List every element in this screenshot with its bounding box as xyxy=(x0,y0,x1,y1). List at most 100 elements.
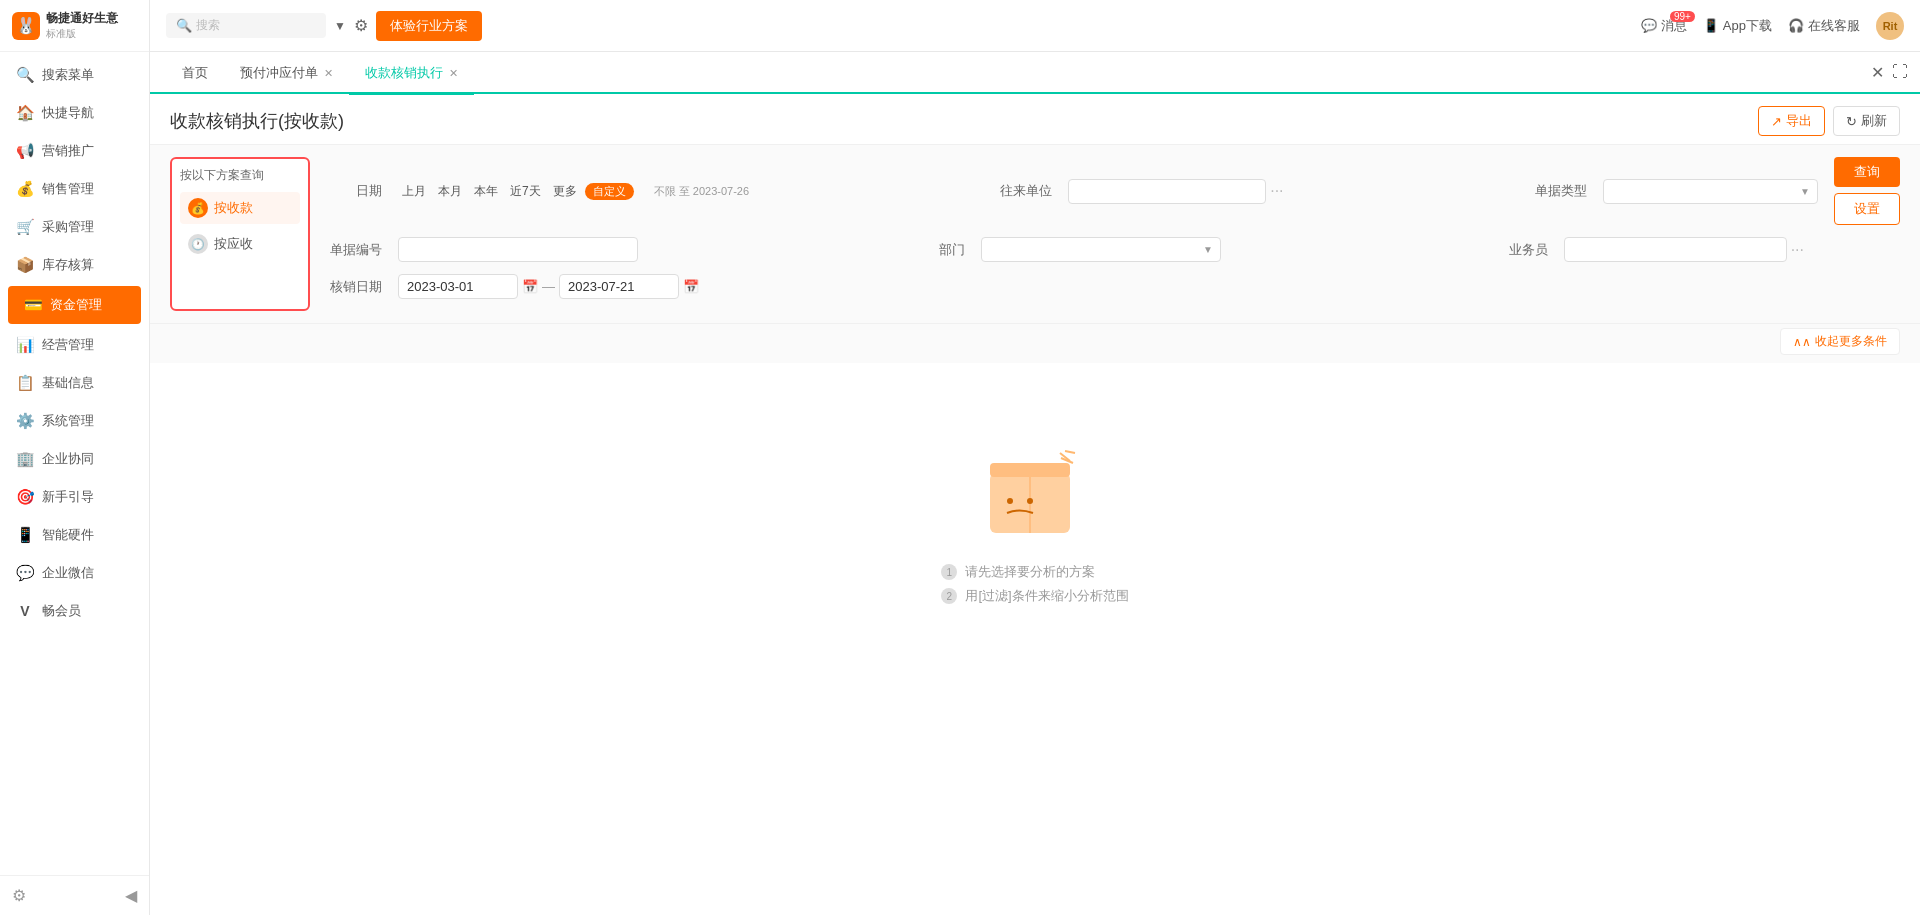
filter-option-receipt-label: 按收款 xyxy=(214,199,253,217)
dept-select-wrapper: ▼ xyxy=(981,237,1221,262)
date-shortcuts: 上月 本月 本年 近7天 更多 自定义 xyxy=(398,181,634,202)
sidebar-item-sales[interactable]: 💰 销售管理 xyxy=(0,170,149,208)
settings-button[interactable]: 设置 xyxy=(1834,193,1900,225)
sidebar-item-label: 经营管理 xyxy=(42,336,94,354)
staff-label: 业务员 xyxy=(1492,241,1548,259)
writeoff-end-input[interactable] xyxy=(559,274,679,299)
sidebar-item-label: 新手引导 xyxy=(42,488,94,506)
date-shortcut-more[interactable]: 更多 xyxy=(549,181,581,202)
writeoff-start-calendar-icon[interactable]: 📅 xyxy=(522,279,538,294)
sidebar-item-label: 企业微信 xyxy=(42,564,94,582)
sidebar-item-search-menu[interactable]: 🔍 搜索菜单 xyxy=(0,56,149,94)
dept-select[interactable] xyxy=(981,237,1221,262)
tab-collection-close-icon[interactable]: ✕ xyxy=(449,67,458,80)
voucher-no-field xyxy=(398,237,638,262)
writeoff-date-group: 📅 — 📅 xyxy=(398,274,699,299)
counterpart-input[interactable] xyxy=(1068,179,1266,204)
enterprise-icon: 🏢 xyxy=(16,450,34,468)
tab-home[interactable]: 首页 xyxy=(166,53,224,95)
filter-sidebar: 按以下方案查询 💰 按收款 🕐 按应收 xyxy=(170,157,310,311)
settings-icon[interactable]: ⚙ xyxy=(12,886,26,905)
sidebar-item-label: 营销推广 xyxy=(42,142,94,160)
date-shortcut-this-month[interactable]: 本月 xyxy=(434,181,466,202)
sidebar-item-label: 采购管理 xyxy=(42,218,94,236)
sidebar-item-operations[interactable]: 📊 经营管理 xyxy=(0,326,149,364)
sidebar-item-basic-info[interactable]: 📋 基础信息 xyxy=(0,364,149,402)
date-shortcut-this-year[interactable]: 本年 xyxy=(470,181,502,202)
counterpart-dots-icon[interactable]: ··· xyxy=(1270,182,1283,200)
filter-actions: 查询 设置 xyxy=(1834,157,1900,225)
date-shortcut-custom[interactable]: 自定义 xyxy=(585,183,634,200)
app-logo: 🐰 畅捷通好生意 标准版 xyxy=(0,0,149,52)
close-tab-icon[interactable]: ✕ xyxy=(1871,63,1884,82)
page-header: 收款核销执行(按收款) ↗ 导出 ↻ 刷新 xyxy=(150,94,1920,145)
sidebar-item-quick-nav[interactable]: 🏠 快捷导航 xyxy=(0,94,149,132)
date-range-separator: — xyxy=(542,279,555,294)
sidebar-item-label: 系统管理 xyxy=(42,412,94,430)
voucher-type-label: 单据类型 xyxy=(1531,182,1587,200)
app-download-label: App下载 xyxy=(1723,17,1772,35)
sidebar-item-label: 畅会员 xyxy=(42,602,81,620)
date-label: 日期 xyxy=(326,182,382,200)
voucher-no-input[interactable] xyxy=(398,237,638,262)
sidebar-item-system[interactable]: ⚙️ 系统管理 xyxy=(0,402,149,440)
user-avatar: Rit xyxy=(1876,12,1904,40)
sidebar-item-vip[interactable]: V 畅会员 xyxy=(0,592,149,630)
svg-line-6 xyxy=(1065,451,1075,453)
date-shortcut-last-month[interactable]: 上月 xyxy=(398,181,430,202)
message-button[interactable]: 💬 消息 99+ xyxy=(1641,17,1687,35)
writeoff-end-calendar-icon[interactable]: 📅 xyxy=(683,279,699,294)
sidebar-item-finance[interactable]: 💳 资金管理 xyxy=(8,286,141,324)
tab-prepay-close-icon[interactable]: ✕ xyxy=(324,67,333,80)
online-service-button[interactable]: 🎧 在线客服 xyxy=(1788,17,1860,35)
collapse-more-button[interactable]: ∧∧ 收起更多条件 xyxy=(1780,328,1900,355)
filter-option-by-receivable[interactable]: 🕐 按应收 xyxy=(180,228,300,260)
filter-row-2: 单据编号 部门 ▼ 业务员 xyxy=(326,237,1900,262)
tab-prepay[interactable]: 预付冲应付单 ✕ xyxy=(224,53,349,95)
filter-option-by-receipt[interactable]: 💰 按收款 xyxy=(180,192,300,224)
app-download-button[interactable]: 📱 App下载 xyxy=(1703,17,1772,35)
collapse-sidebar-icon[interactable]: ◀ xyxy=(125,886,137,905)
sidebar-item-label: 资金管理 xyxy=(50,296,102,314)
filter-row-3: 核销日期 📅 — 📅 xyxy=(326,274,1900,299)
dropdown-chevron-icon[interactable]: ▼ xyxy=(334,19,346,33)
tab-collection[interactable]: 收款核销执行 ✕ xyxy=(349,53,474,95)
purchase-icon: 🛒 xyxy=(16,218,34,236)
user-profile[interactable]: Rit xyxy=(1876,12,1904,40)
basic-info-icon: 📋 xyxy=(16,374,34,392)
sidebar-item-enterprise[interactable]: 🏢 企业协同 xyxy=(0,440,149,478)
date-shortcut-7days[interactable]: 近7天 xyxy=(506,181,545,202)
sidebar-item-label: 库存核算 xyxy=(42,256,94,274)
expand-tab-icon[interactable]: ⛶ xyxy=(1892,63,1908,81)
staff-input[interactable] xyxy=(1564,237,1786,262)
export-button[interactable]: ↗ 导出 xyxy=(1758,106,1825,136)
filter-panel: 按以下方案查询 💰 按收款 🕐 按应收 日期 xyxy=(150,145,1920,324)
home-icon: 🏠 xyxy=(16,104,34,122)
sidebar-item-label: 搜索菜单 xyxy=(42,66,94,84)
sidebar-item-guide[interactable]: 🎯 新手引导 xyxy=(0,478,149,516)
page-header-actions: ↗ 导出 ↻ 刷新 xyxy=(1758,106,1900,136)
gear-icon[interactable]: ⚙ xyxy=(354,16,368,35)
counterpart-label: 往来单位 xyxy=(996,182,1052,200)
sidebar-item-marketing[interactable]: 📢 营销推广 xyxy=(0,132,149,170)
solution-button[interactable]: 体验行业方案 xyxy=(376,11,482,41)
operations-icon: 📊 xyxy=(16,336,34,354)
message-badge: 99+ xyxy=(1670,11,1695,22)
logo-icon: 🐰 xyxy=(12,12,40,40)
sidebar: 🐰 畅捷通好生意 标准版 🔍 搜索菜单 🏠 快捷导航 📢 营销推广 💰 销售管理… xyxy=(0,0,150,915)
sidebar-item-hardware[interactable]: 📱 智能硬件 xyxy=(0,516,149,554)
filter-option-receivable-label: 按应收 xyxy=(214,235,253,253)
tab-prepay-label: 预付冲应付单 xyxy=(240,64,318,82)
sidebar-item-purchase[interactable]: 🛒 采购管理 xyxy=(0,208,149,246)
refresh-button[interactable]: ↻ 刷新 xyxy=(1833,106,1900,136)
staff-dots-icon[interactable]: ··· xyxy=(1791,241,1804,259)
sidebar-item-wechat[interactable]: 💬 企业微信 xyxy=(0,554,149,592)
query-button[interactable]: 查询 xyxy=(1834,157,1900,187)
vip-icon: V xyxy=(16,603,34,619)
voucher-type-select[interactable] xyxy=(1603,179,1818,204)
header-right: 💬 消息 99+ 📱 App下载 🎧 在线客服 Rit xyxy=(1641,12,1904,40)
sidebar-item-inventory[interactable]: 📦 库存核算 xyxy=(0,246,149,284)
writeoff-start-input[interactable] xyxy=(398,274,518,299)
receipt-option-icon: 💰 xyxy=(188,198,208,218)
header-search-area[interactable]: 🔍 搜索 xyxy=(166,13,326,38)
